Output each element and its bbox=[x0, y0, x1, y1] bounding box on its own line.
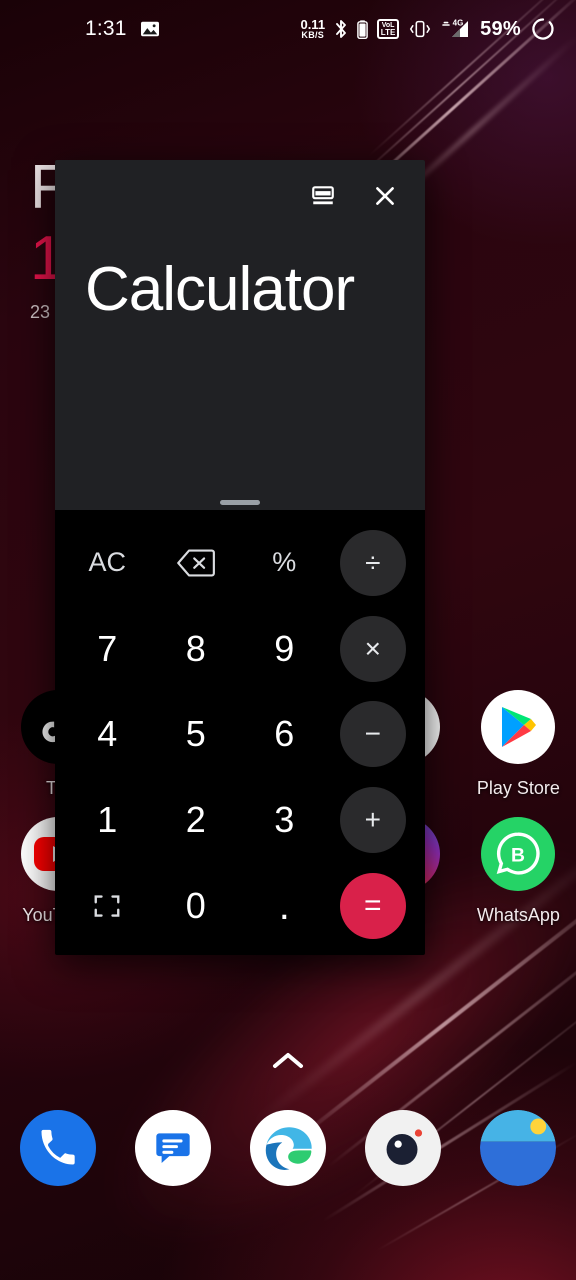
key-0[interactable]: 0 bbox=[152, 863, 241, 949]
key-subtract[interactable]: − bbox=[329, 692, 418, 778]
volte-bottom-label: LTE bbox=[380, 27, 396, 37]
key-backspace[interactable] bbox=[152, 520, 241, 606]
network-speed-indicator: 0.11 KB/S bbox=[300, 18, 325, 40]
key-multiply[interactable]: × bbox=[329, 606, 418, 692]
key-add-label: + bbox=[339, 787, 406, 854]
key-percent[interactable]: % bbox=[240, 520, 329, 606]
key-1[interactable]: 1 bbox=[63, 777, 152, 863]
keypad-row: 1 2 3 + bbox=[63, 777, 417, 863]
status-bar-left: 1:31 bbox=[0, 17, 160, 41]
key-divide-label: ÷ bbox=[339, 529, 406, 596]
key-7[interactable]: 7 bbox=[63, 606, 152, 692]
image-icon bbox=[140, 20, 160, 38]
calculator-floating-window[interactable]: Calculator AC % ÷ 7 8 9 × 4 5 6 − 1 2 3 … bbox=[55, 160, 425, 955]
bluetooth-battery-icon bbox=[357, 19, 368, 40]
dock-photos[interactable] bbox=[461, 1110, 576, 1186]
play-store-icon[interactable] bbox=[481, 690, 556, 764]
status-time: 1:31 bbox=[85, 17, 127, 40]
key-9[interactable]: 9 bbox=[240, 606, 329, 692]
whatsapp-business-icon[interactable]: B bbox=[481, 817, 556, 891]
dock-messages[interactable] bbox=[115, 1110, 230, 1186]
app-whatsapp-business[interactable]: B WhatsApp bbox=[461, 817, 576, 926]
calculator-keypad: AC % ÷ 7 8 9 × 4 5 6 − 1 2 3 + 0 . = bbox=[55, 510, 425, 955]
dock-edge[interactable] bbox=[230, 1110, 345, 1186]
key-equals-label: = bbox=[339, 873, 406, 940]
calculator-app-title: Calculator bbox=[85, 255, 355, 324]
dock-phone[interactable] bbox=[0, 1110, 115, 1186]
keypad-row: 4 5 6 − bbox=[63, 692, 417, 778]
calculator-window-header: Calculator bbox=[55, 160, 425, 510]
app-label: Play Store bbox=[476, 778, 560, 798]
key-equals[interactable]: = bbox=[329, 863, 418, 949]
messages-icon[interactable] bbox=[134, 1110, 211, 1186]
photos-icon[interactable] bbox=[480, 1110, 557, 1186]
battery-percent-label: 59% bbox=[480, 17, 521, 40]
key-subtract-label: − bbox=[339, 701, 406, 768]
chevron-up-icon[interactable] bbox=[271, 1050, 305, 1072]
keypad-row: AC % ÷ bbox=[63, 520, 417, 606]
close-icon[interactable] bbox=[371, 182, 399, 210]
key-multiply-label: × bbox=[339, 615, 406, 682]
window-drag-handle[interactable] bbox=[55, 494, 425, 510]
key-all-clear[interactable]: AC bbox=[63, 520, 152, 606]
status-bar-right: 0.11 KB/S VoL LTE 4G 59% bbox=[300, 16, 576, 42]
phone-icon[interactable] bbox=[19, 1110, 96, 1186]
key-divide[interactable]: ÷ bbox=[329, 520, 418, 606]
keypad-row: 7 8 9 × bbox=[63, 606, 417, 692]
vibrate-icon bbox=[408, 19, 432, 39]
dock bbox=[0, 1110, 576, 1186]
key-3[interactable]: 3 bbox=[240, 777, 329, 863]
window-controls bbox=[55, 160, 425, 210]
dock-camera[interactable] bbox=[346, 1110, 461, 1186]
key-4[interactable]: 4 bbox=[63, 692, 152, 778]
app-label: WhatsApp bbox=[476, 905, 560, 925]
svg-text:4G: 4G bbox=[453, 19, 464, 28]
key-6[interactable]: 6 bbox=[240, 692, 329, 778]
status-bar: 1:31 0.11 KB/S VoL LTE 4G 59% bbox=[0, 0, 576, 58]
edge-browser-icon[interactable] bbox=[250, 1110, 326, 1186]
split-screen-icon[interactable] bbox=[309, 182, 337, 210]
key-8[interactable]: 8 bbox=[152, 606, 241, 692]
volte-icon: VoL LTE bbox=[377, 19, 400, 39]
sync-spinner-icon bbox=[530, 16, 556, 42]
key-add[interactable]: + bbox=[329, 777, 418, 863]
camera-icon[interactable] bbox=[365, 1110, 442, 1186]
keypad-row: 0 . = bbox=[63, 863, 417, 949]
signal-4g-icon: 4G bbox=[441, 17, 471, 41]
network-speed-unit: KB/S bbox=[301, 30, 325, 40]
svg-text:B: B bbox=[511, 845, 525, 867]
key-5[interactable]: 5 bbox=[152, 692, 241, 778]
app-play-store[interactable]: Play Store bbox=[461, 690, 576, 799]
key-expand[interactable] bbox=[63, 863, 152, 949]
phone-screen: F 1 23 Tic n bbox=[0, 0, 576, 1280]
key-2[interactable]: 2 bbox=[152, 777, 241, 863]
bluetooth-icon bbox=[334, 18, 348, 40]
key-decimal[interactable]: . bbox=[240, 863, 329, 949]
